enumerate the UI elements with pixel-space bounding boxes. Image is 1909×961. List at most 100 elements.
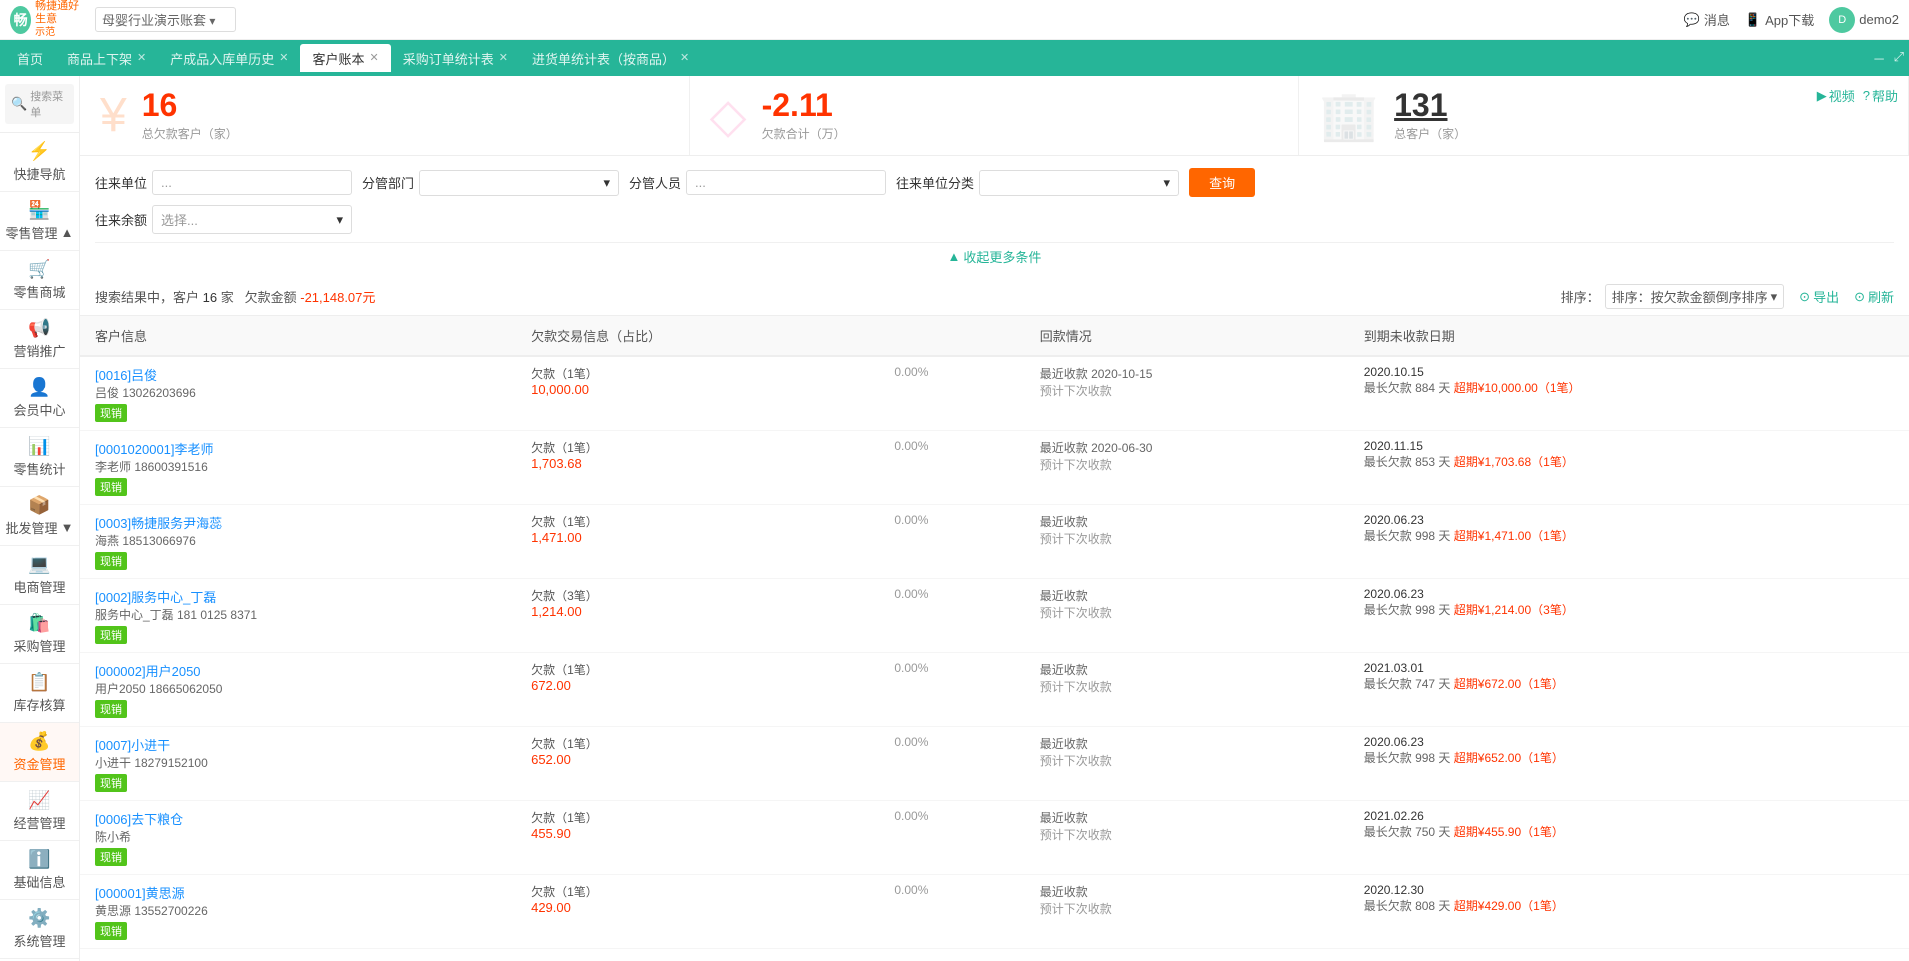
tab-purchase[interactable]: 采购订单统计表 ✕ (391, 44, 520, 72)
search-button[interactable]: 查询 (1189, 168, 1255, 197)
sidebar-item-purchase[interactable]: 🛍️ 采购管理 (0, 605, 79, 664)
tab-bar: 首页 商品上下架 ✕ 产成品入库单历史 ✕ 客户账本 ✕ 采购订单统计表 ✕ 进… (0, 40, 1909, 76)
cell-customer-1: [0001020001]李老师 李老师 18600391516 现销 (80, 431, 516, 505)
customer-tag-0: 现销 (95, 404, 127, 422)
tab-production[interactable]: 产成品入库单历史 ✕ (158, 44, 300, 72)
sidebar-item-ecommerce[interactable]: 💻 电商管理 (0, 546, 79, 605)
company-selector[interactable]: 母婴行业演示账套 ▾ (95, 7, 236, 32)
customer-name-link-3[interactable]: [0002]服务中心_丁磊 (95, 587, 501, 606)
tab-import[interactable]: 进货单统计表（按商品） ✕ (520, 44, 701, 72)
arrow-icon: ▲ (61, 225, 74, 240)
quick-nav-icon: ⚡ (5, 141, 74, 162)
message-btn[interactable]: 💬 消息 (1684, 10, 1730, 29)
tab-minimize[interactable]: － (1873, 49, 1886, 68)
cell-customer-5: [0007]小进干 小进干 18279152100 现销 (80, 727, 516, 801)
purchase-icon: 🛍️ (5, 613, 74, 634)
filter-manager-input[interactable]: ... (686, 170, 886, 195)
user-menu[interactable]: D demo2 (1829, 7, 1899, 33)
sidebar-item-quick-nav[interactable]: ⚡ 快捷导航 (0, 133, 79, 192)
filter-dept: 分管部门 ▾ (362, 170, 619, 196)
cell-collect-4: 最近收款 预计下次收款 (1025, 653, 1349, 727)
overdue-link-7[interactable]: 超期¥429.00（1笔） (1454, 899, 1564, 913)
video-icon: ▶ (1817, 88, 1827, 104)
video-btn[interactable]: ▶ 视频 (1817, 86, 1855, 105)
overdue-link-3[interactable]: 超期¥1,214.00（3笔） (1454, 603, 1574, 617)
overdue-link-5[interactable]: 超期¥652.00（1笔） (1454, 751, 1564, 765)
sidebar-item-retail-stats[interactable]: 📊 零售统计 (0, 428, 79, 487)
export-icon: ⊙ (1799, 289, 1810, 305)
batch-mgmt-icon: 📦 (5, 495, 74, 516)
export-btn[interactable]: ⊙ 导出 (1799, 287, 1839, 306)
filter-balance-select[interactable]: 选择... ▾ (152, 205, 352, 234)
tab-close-purchase[interactable]: ✕ (499, 53, 508, 64)
customer-name-link-6[interactable]: [0006]去下粮仓 (95, 809, 501, 828)
cell-due-6: 2021.02.26 最长欠款 750 天 超期¥455.90（1笔） (1349, 801, 1909, 875)
tab-products[interactable]: 商品上下架 ✕ (55, 44, 158, 72)
table-row: [0016]吕俊 吕俊 13026203696 现销 欠款（1笔） 10,000… (80, 356, 1909, 431)
customer-phone-1: 李老师 18600391516 (95, 460, 208, 474)
stat-total-customers: 🏢 131 总客户（家） ▶ 视频 ? 帮助 (1299, 76, 1909, 155)
overdue-link-0[interactable]: 超期¥10,000.00（1笔） (1454, 381, 1581, 395)
sidebar-item-finance[interactable]: 💰 资金管理 (0, 723, 79, 782)
sidebar-item-inventory[interactable]: 📋 库存核算 (0, 664, 79, 723)
sidebar-item-basic-info[interactable]: ℹ️ 基础信息 (0, 841, 79, 900)
unit-class-dropdown-icon: ▾ (1164, 175, 1171, 191)
main-layout: 🔍 搜索菜单 ⚡ 快捷导航 🏪 零售管理 ▲ 🛒 零售商城 📢 营销推广 👤 会… (0, 76, 1909, 961)
sidebar-item-batch-mgmt[interactable]: 📦 批发管理 ▼ (0, 487, 79, 546)
retail-stats-icon: 📊 (5, 436, 74, 457)
tab-close-production[interactable]: ✕ (279, 53, 288, 64)
sidebar-item-member[interactable]: 👤 会员中心 (0, 369, 79, 428)
customer-name-link-5[interactable]: [0007]小进干 (95, 735, 501, 754)
logo-icon: 畅 (10, 6, 31, 34)
batch-arrow-icon: ▼ (61, 520, 74, 535)
ecommerce-icon: 💻 (5, 554, 74, 575)
app-download-btn[interactable]: 📱 App下载 (1745, 10, 1814, 29)
tab-close-import[interactable]: ✕ (680, 53, 689, 64)
table-row: [000001]黄思源 黄思源 13552700226 现销 欠款（1笔） 42… (80, 875, 1909, 949)
filter-dept-select[interactable]: ▾ (419, 170, 619, 196)
sidebar-search-box[interactable]: 🔍 搜索菜单 (5, 84, 74, 124)
logo-text: 畅捷通好生意示范 (35, 0, 85, 39)
customer-name-link-0[interactable]: [0016]吕俊 (95, 365, 501, 384)
col-collect: 回款情况 (1025, 316, 1349, 356)
tab-close-products[interactable]: ✕ (137, 53, 146, 64)
cell-collect-0: 最近收款 2020-10-15 预计下次收款 (1025, 356, 1349, 431)
cell-pct-1: 0.00% (879, 431, 1024, 505)
customer-name-link-2[interactable]: [0003]畅捷服务尹海蕊 (95, 513, 501, 532)
customer-name-link-1[interactable]: [0001020001]李老师 (95, 439, 501, 458)
tab-maximize[interactable]: ⤢ (1894, 49, 1904, 68)
sort-select[interactable]: 排序：按欠款金额倒序排序 ▾ (1605, 284, 1785, 309)
overdue-link-4[interactable]: 超期¥672.00（1笔） (1454, 677, 1564, 691)
tab-home[interactable]: 首页 (5, 44, 55, 72)
sidebar-item-ops[interactable]: 📈 经营管理 (0, 782, 79, 841)
cell-pct-4: 0.00% (879, 653, 1024, 727)
retail-mgmt-icon: 🏪 (5, 200, 74, 221)
help-btn[interactable]: ? 帮助 (1863, 86, 1898, 105)
tab-close-customer[interactable]: ✕ (370, 53, 379, 64)
customer-name-link-7[interactable]: [000001]黄思源 (95, 883, 501, 902)
cell-debt-6: 欠款（1笔） 455.90 (516, 801, 879, 875)
overdue-link-2[interactable]: 超期¥1,471.00（1笔） (1454, 529, 1574, 543)
filter-unit-class-select[interactable]: ▾ (979, 170, 1179, 196)
cell-pct-6: 0.00% (879, 801, 1024, 875)
stat-actions: ▶ 视频 ? 帮助 (1817, 86, 1898, 105)
sidebar-item-system[interactable]: ⚙️ 系统管理 (0, 900, 79, 959)
help-icon: ? (1863, 88, 1870, 103)
system-icon: ⚙️ (5, 908, 74, 929)
tab-customer[interactable]: 客户账本 ✕ (300, 44, 390, 72)
overdue-link-1[interactable]: 超期¥1,703.68（1笔） (1454, 455, 1574, 469)
sidebar-item-marketing[interactable]: 📢 营销推广 (0, 310, 79, 369)
overdue-link-6[interactable]: 超期¥455.90（1笔） (1454, 825, 1564, 839)
cell-due-4: 2021.03.01 最长欠款 747 天 超期¥672.00（1笔） (1349, 653, 1909, 727)
refresh-btn[interactable]: ⊙ 刷新 (1854, 287, 1894, 306)
logo: 畅 畅捷通好生意示范 (10, 0, 85, 39)
sidebar-item-retail-mgmt[interactable]: 🏪 零售管理 ▲ (0, 192, 79, 251)
sidebar-item-retail-mall[interactable]: 🛒 零售商城 (0, 251, 79, 310)
customer-name-link-4[interactable]: [000002]用户2050 (95, 661, 501, 680)
stat-debt-text: 16 总欠款客户（家） (142, 89, 238, 142)
cell-collect-1: 最近收款 2020-06-30 预计下次收款 (1025, 431, 1349, 505)
collapse-filter-btn[interactable]: ▲ 收起更多条件 (95, 242, 1894, 270)
filter-from-unit-input[interactable]: ... (152, 170, 352, 195)
stat-debt-icon: ¥ (100, 88, 127, 143)
collapse-icon: ▲ (948, 249, 961, 264)
